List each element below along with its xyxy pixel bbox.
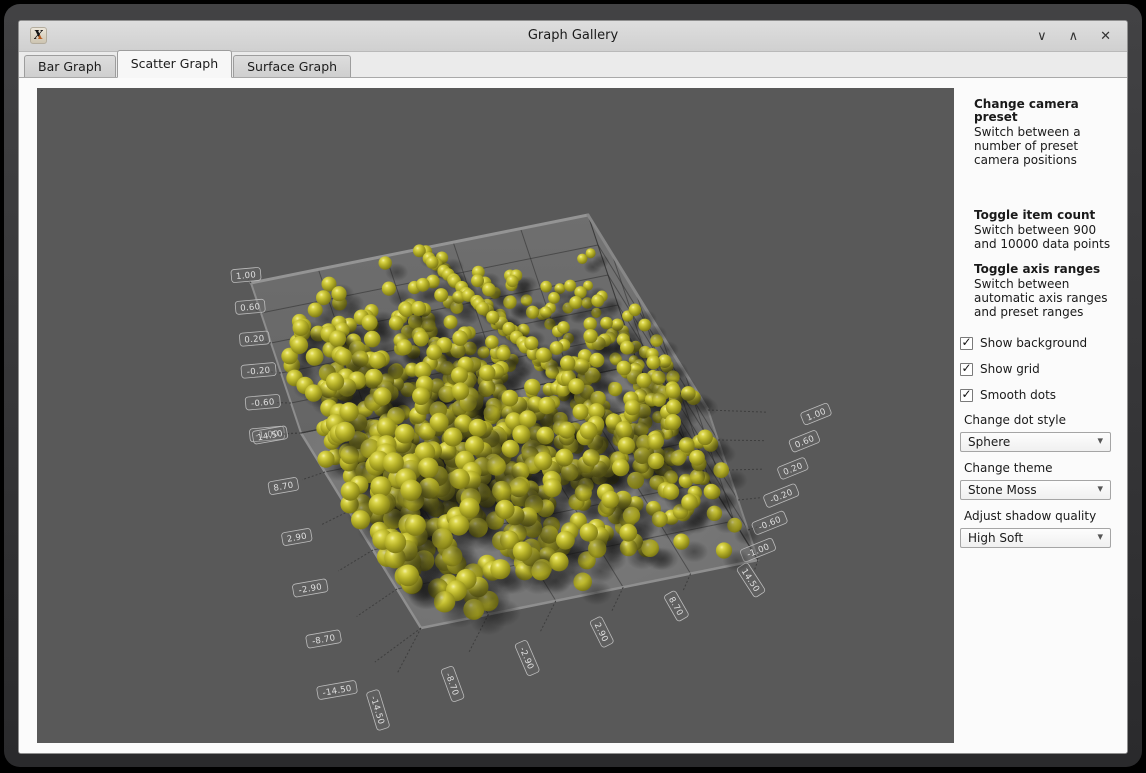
check-icon: ✓ <box>961 334 972 349</box>
svg-text:1.00: 1.00 <box>236 270 257 282</box>
checkbox-indicator[interactable]: ✓ <box>960 386 973 402</box>
item-count-description: Switch between 900 and 10000 data points <box>974 223 1111 251</box>
dot-style-label: Change dot style <box>964 413 1067 427</box>
shadow-quality-select[interactable]: High Soft ▾ <box>960 528 1111 548</box>
dropdown-arrow-icon: ▾ <box>1097 530 1103 543</box>
checkbox-label: Show grid <box>980 362 1040 376</box>
svg-text:0.60: 0.60 <box>240 302 261 314</box>
axis-ranges-button[interactable]: Toggle axis ranges Switch between automa… <box>960 262 1114 320</box>
dropdown-arrow-icon: ▾ <box>1097 434 1103 447</box>
check-icon: ✓ <box>961 386 972 401</box>
theme-select[interactable]: Stone Moss ▾ <box>960 480 1111 500</box>
titlebar[interactable]: X Graph Gallery ∨ ∧ ✕ <box>19 21 1127 52</box>
shadow-quality-label: Adjust shadow quality <box>964 509 1097 523</box>
content-area: 1.00 0.60 0.20 -0.20 -0.60 -1.00 -14.50 -8.70 -2… <box>19 78 1127 753</box>
svg-text:0.20: 0.20 <box>244 334 265 346</box>
minimize-icon[interactable]: ∨ <box>1037 30 1047 43</box>
camera-preset-button[interactable]: Change camera preset Switch between a nu… <box>960 97 1114 168</box>
control-panel: Change camera preset Switch between a nu… <box>960 98 1116 550</box>
maximize-icon[interactable]: ∧ <box>1069 30 1079 43</box>
checkbox-indicator[interactable]: ✓ <box>960 360 973 376</box>
close-icon[interactable]: ✕ <box>1100 30 1111 43</box>
checkbox-smooth-dots[interactable]: ✓ Smooth dots <box>960 387 1116 403</box>
theme-value: Stone Moss <box>968 483 1037 497</box>
checkbox-label: Show background <box>980 336 1088 350</box>
window-frame: X Graph Gallery ∨ ∧ ✕ Bar Graph Scatter … <box>4 4 1142 767</box>
checkbox-show-background[interactable]: ✓ Show background <box>960 335 1116 351</box>
svg-text:-0.20: -0.20 <box>247 366 271 378</box>
app-window: X Graph Gallery ∨ ∧ ✕ Bar Graph Scatter … <box>18 20 1128 754</box>
tab-bar: Bar Graph Scatter Graph Surface Graph <box>19 50 1127 78</box>
scatter-3d-chart[interactable]: 1.00 0.60 0.20 -0.20 -0.60 -1.00 -14.50 -8.70 -2… <box>37 88 954 743</box>
checkbox-indicator[interactable]: ✓ <box>960 334 973 350</box>
window-controls: ∨ ∧ ✕ <box>1037 21 1111 51</box>
shadow-quality-value: High Soft <box>968 531 1024 545</box>
checkbox-label: Smooth dots <box>980 388 1057 402</box>
item-count-title: Toggle item count <box>974 208 1096 222</box>
dot-style-value: Sphere <box>968 435 1011 449</box>
window-title: Graph Gallery <box>527 28 619 43</box>
check-icon: ✓ <box>961 360 972 375</box>
camera-preset-title: Change camera preset <box>974 97 1079 124</box>
dropdown-arrow-icon: ▾ <box>1097 482 1103 495</box>
tab-surface-graph[interactable]: Surface Graph <box>233 55 352 77</box>
tab-bar-graph[interactable]: Bar Graph <box>24 55 116 77</box>
dot-style-select[interactable]: Sphere ▾ <box>960 432 1111 452</box>
checkbox-show-grid[interactable]: ✓ Show grid <box>960 361 1116 377</box>
svg-text:-0.60: -0.60 <box>251 397 275 409</box>
camera-preset-description: Switch between a number of preset camera… <box>974 125 1081 167</box>
item-count-button[interactable]: Toggle item count Switch between 900 and… <box>960 208 1114 252</box>
axis-ranges-title: Toggle axis ranges <box>974 262 1101 276</box>
axis-ranges-description: Switch between automatic axis ranges and… <box>974 277 1108 319</box>
tab-scatter-graph[interactable]: Scatter Graph <box>116 50 233 78</box>
theme-label: Change theme <box>964 461 1053 475</box>
